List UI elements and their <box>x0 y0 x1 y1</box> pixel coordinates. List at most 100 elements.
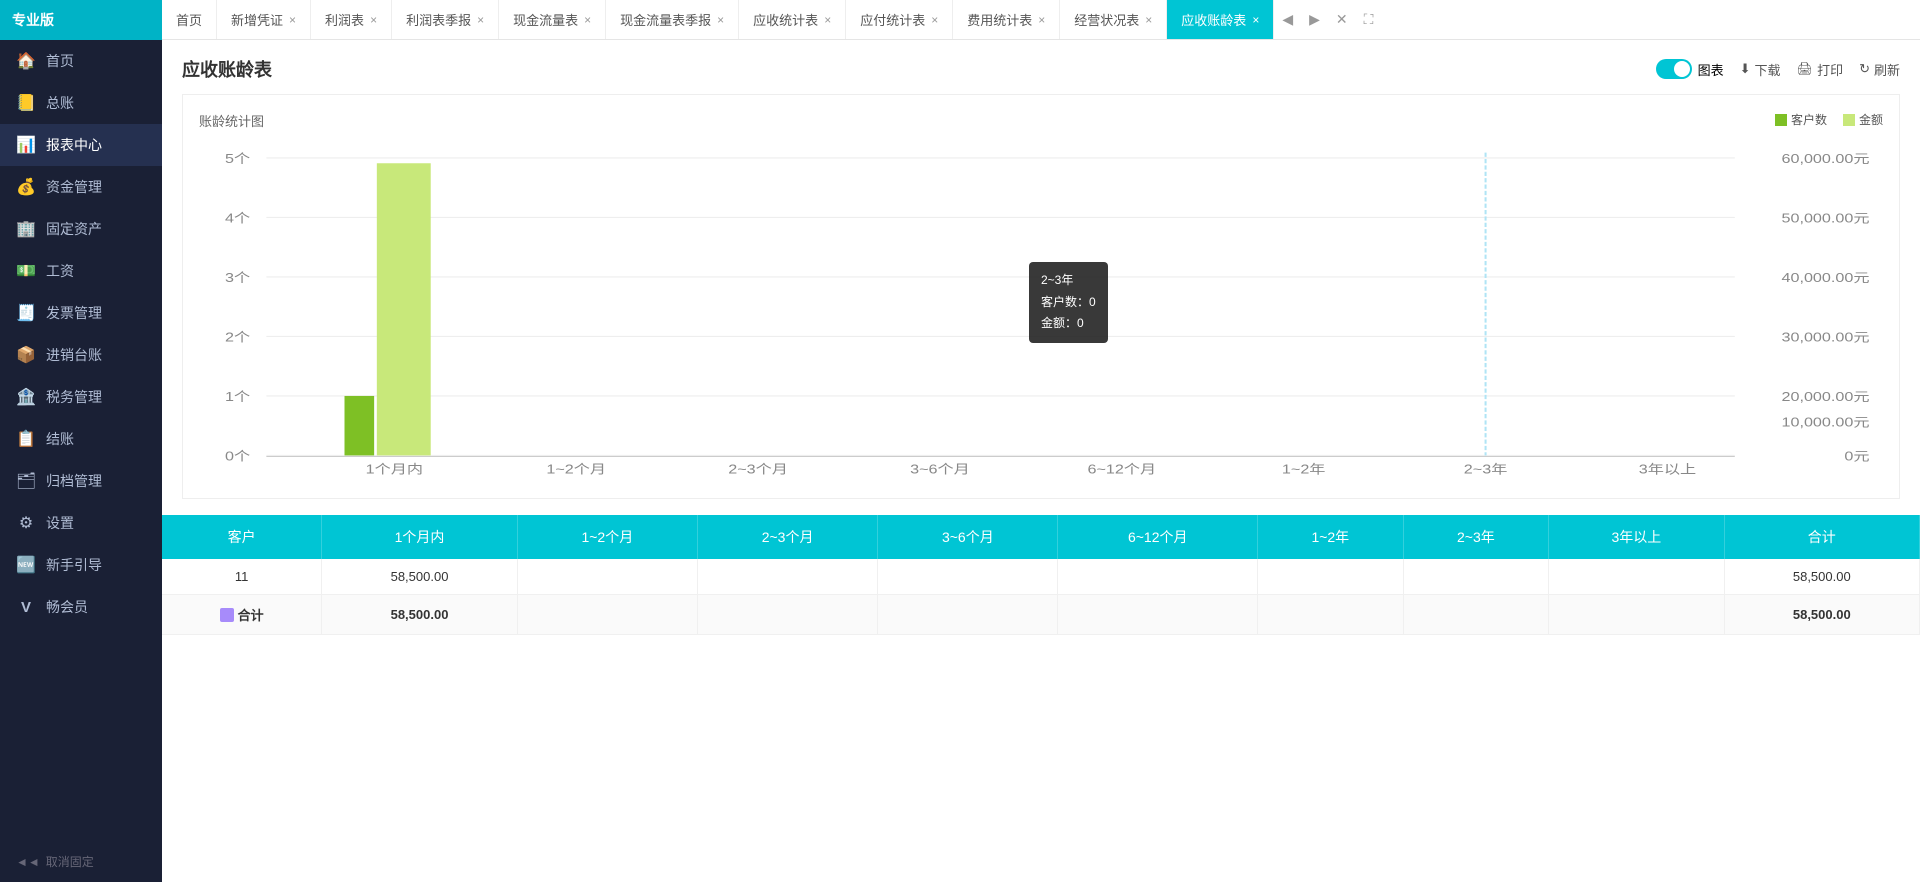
report-icon: 📊 <box>16 135 36 155</box>
tab-home[interactable]: 首页 <box>162 0 217 40</box>
sidebar-item-ledger[interactable]: 📒 总账 <box>0 82 162 124</box>
close-icon[interactable]: × <box>584 13 591 27</box>
sidebar-item-closing[interactable]: 📋 结账 <box>0 418 162 460</box>
cell-total-m2 <box>517 595 697 635</box>
svg-text:30,000.00元: 30,000.00元 <box>1782 331 1870 345</box>
tab-next-button[interactable]: ▶ <box>1301 0 1328 40</box>
sidebar-item-label: 总账 <box>46 93 74 113</box>
tab-biz[interactable]: 经营状况表 × <box>1060 0 1167 40</box>
member-icon: V <box>16 599 36 616</box>
refresh-button[interactable]: ↻ 刷新 <box>1859 60 1900 79</box>
col-y2: 2~3年 <box>1403 515 1549 559</box>
toggle-track[interactable] <box>1656 59 1692 79</box>
tab-label: 利润表季报 <box>406 10 471 29</box>
cell-total-y3 <box>1549 595 1724 635</box>
tab-ar-stat[interactable]: 应收统计表 × <box>739 0 846 40</box>
tax-icon: 🏦 <box>16 387 36 407</box>
cell-m2 <box>517 559 697 595</box>
cell-y1 <box>1258 559 1404 595</box>
pin-icon: ◄◄ <box>16 855 40 869</box>
stock-icon: 📦 <box>16 345 36 365</box>
sidebar-item-home[interactable]: 🏠 首页 <box>0 40 162 82</box>
svg-text:10,000.00元: 10,000.00元 <box>1782 416 1870 430</box>
svg-text:2个: 2个 <box>225 330 251 345</box>
close-icon[interactable]: × <box>717 13 724 27</box>
sidebar-item-report[interactable]: 📊 报表中心 <box>0 124 162 166</box>
total-label-text: 合计 <box>238 605 264 624</box>
refresh-label: 刷新 <box>1874 60 1900 79</box>
sidebar-pin-toggle[interactable]: ◄◄ 取消固定 <box>0 841 162 882</box>
tab-cashflow[interactable]: 现金流量表 × <box>499 0 606 40</box>
sidebar-item-invoice[interactable]: 🧾 发票管理 <box>0 292 162 334</box>
sidebar-item-tax[interactable]: 🏦 税务管理 <box>0 376 162 418</box>
cell-total: 58,500.00 <box>1724 559 1919 595</box>
close-icon[interactable]: × <box>370 13 377 27</box>
svg-text:1个: 1个 <box>225 390 251 405</box>
sidebar-item-label: 税务管理 <box>46 387 102 407</box>
tab-label: 应收统计表 <box>753 10 818 29</box>
cell-total-label: 合计 <box>162 595 322 635</box>
col-customer: 客户 <box>162 515 322 559</box>
sidebar-item-salary[interactable]: 💵 工资 <box>0 250 162 292</box>
sidebar: 专业版 🏠 首页 📒 总账 📊 报表中心 💰 资金管理 🏢 固定资产 💵 工资 … <box>0 0 162 882</box>
toggle-label: 图表 <box>1698 60 1724 79</box>
close-icon[interactable]: × <box>1252 13 1259 27</box>
tab-prev-button[interactable]: ◀ <box>1274 0 1301 40</box>
cell-total-y1 <box>1258 595 1404 635</box>
svg-text:2~3年: 2~3年 <box>1464 462 1508 477</box>
svg-text:50,000.00元: 50,000.00元 <box>1782 212 1870 226</box>
col-y3: 3年以上 <box>1549 515 1724 559</box>
legend-amount-color <box>1843 114 1855 126</box>
close-icon[interactable]: × <box>477 13 484 27</box>
svg-text:1个月内: 1个月内 <box>366 462 423 477</box>
guide-icon: 🆕 <box>16 555 36 575</box>
close-icon[interactable]: × <box>1038 13 1045 27</box>
tab-profit[interactable]: 利润表 × <box>311 0 392 40</box>
main-area: 首页 新增凭证 × 利润表 × 利润表季报 × 现金流量表 × 现金流量表季报 … <box>162 0 1920 882</box>
tab-profit-q[interactable]: 利润表季报 × <box>392 0 499 40</box>
table-total-row: 合计 58,500.00 58,500.00 <box>162 595 1920 635</box>
download-button[interactable]: ⬇ 下载 <box>1740 60 1781 79</box>
sidebar-item-funds[interactable]: 💰 资金管理 <box>0 166 162 208</box>
table-header-row: 客户 1个月内 1~2个月 2~3个月 3~6个月 6~12个月 1~2年 2~… <box>162 515 1920 559</box>
tab-label: 应付统计表 <box>860 10 925 29</box>
sidebar-item-label: 结账 <box>46 429 74 449</box>
sidebar-item-stock[interactable]: 📦 进销台账 <box>0 334 162 376</box>
tab-close-all-button[interactable]: ✕ <box>1328 0 1356 40</box>
download-icon: ⬇ <box>1740 61 1751 77</box>
tab-new-voucher[interactable]: 新增凭证 × <box>217 0 311 40</box>
sidebar-item-settings[interactable]: ⚙ 设置 <box>0 502 162 544</box>
close-icon[interactable]: × <box>1145 13 1152 27</box>
print-icon: 🖨 <box>1797 61 1814 77</box>
svg-text:3个: 3个 <box>225 271 251 286</box>
col-total: 合计 <box>1724 515 1919 559</box>
sidebar-item-guide[interactable]: 🆕 新手引导 <box>0 544 162 586</box>
toggle-thumb <box>1674 61 1690 77</box>
chart-toggle[interactable]: 图表 <box>1656 59 1724 79</box>
download-label: 下载 <box>1755 60 1781 79</box>
tab-cashflow-q[interactable]: 现金流量表季报 × <box>606 0 739 40</box>
legend-amount: 金额 <box>1843 111 1883 128</box>
chart-legend: 客户数 金额 <box>1775 111 1883 128</box>
close-icon[interactable]: × <box>931 13 938 27</box>
tab-expand-button[interactable]: ⛶ <box>1356 0 1382 40</box>
sidebar-item-member[interactable]: V 畅会员 <box>0 586 162 628</box>
tab-ap-stat[interactable]: 应付统计表 × <box>846 0 953 40</box>
print-button[interactable]: 🖨 打印 <box>1797 60 1844 79</box>
legend-customers-label: 客户数 <box>1791 111 1827 128</box>
sidebar-item-assets[interactable]: 🏢 固定资产 <box>0 208 162 250</box>
table-row: 11 58,500.00 58,500.00 <box>162 559 1920 595</box>
refresh-icon: ↻ <box>1859 61 1870 77</box>
close-icon[interactable]: × <box>824 13 831 27</box>
legend-amount-label: 金额 <box>1859 111 1883 128</box>
tab-label: 现金流量表季报 <box>620 10 711 29</box>
sidebar-item-archive[interactable]: 🗂 归档管理 <box>0 460 162 502</box>
cell-total-total: 58,500.00 <box>1724 595 1919 635</box>
print-label: 打印 <box>1817 60 1843 79</box>
cell-total-m12 <box>1058 595 1258 635</box>
tab-expense[interactable]: 费用统计表 × <box>953 0 1060 40</box>
tab-ar-aging[interactable]: 应收账龄表 × <box>1167 0 1274 40</box>
content-area: 应收账龄表 图表 ⬇ 下载 🖨 打印 ↻ 刷新 <box>162 40 1920 882</box>
close-icon[interactable]: × <box>289 13 296 27</box>
svg-text:3~6个月: 3~6个月 <box>910 462 970 477</box>
